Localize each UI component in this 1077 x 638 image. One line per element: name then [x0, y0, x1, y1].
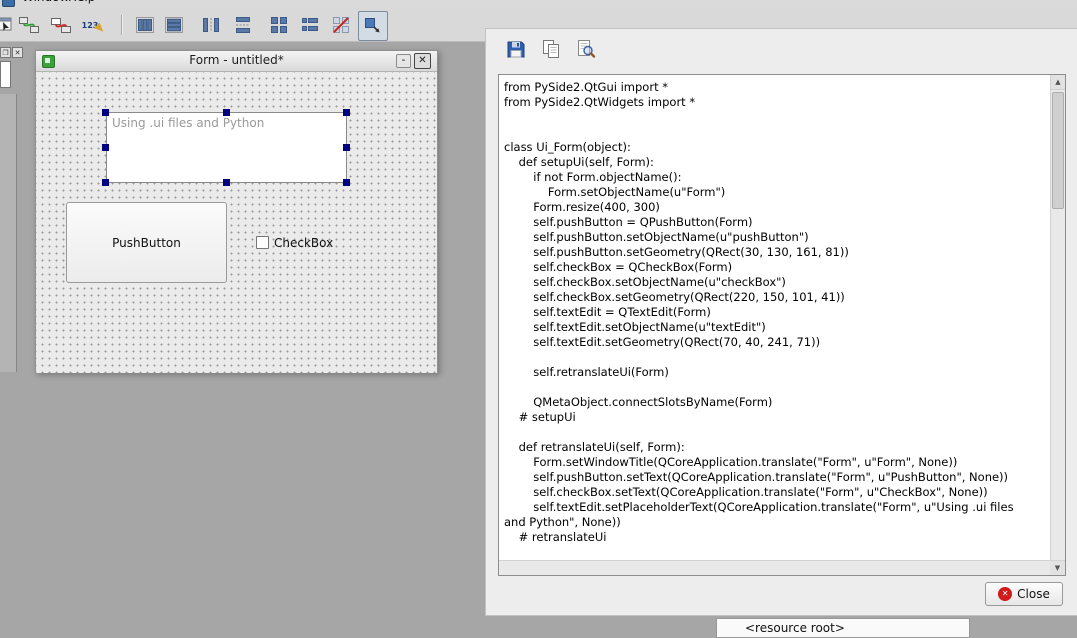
form-canvas[interactable]: Using .ui files and Python PushButton Ch…: [36, 72, 437, 373]
close-button-label: Close: [1017, 587, 1050, 601]
find-icon[interactable]: [574, 37, 598, 61]
code-dialog-toolbar: [504, 37, 598, 61]
edit-widgets-icon[interactable]: [0, 13, 17, 37]
dock-close-button[interactable]: ✕: [12, 47, 23, 58]
form-window-titlebar[interactable]: Form - untitled* - ✕: [36, 51, 437, 72]
lay-out-in-grid-icon[interactable]: [267, 13, 291, 37]
toolbar-separator: [121, 15, 123, 35]
close-button[interactable]: ✕: [414, 53, 431, 69]
form-window-title: Form - untitled*: [36, 53, 437, 67]
selection-handle-w[interactable]: [102, 144, 109, 151]
code-view[interactable]: from PySide2.QtGui import * from PySide2…: [498, 74, 1066, 576]
selection-handle-se[interactable]: [343, 179, 350, 186]
horizontal-scrollbar[interactable]: ▼: [499, 560, 1065, 575]
break-layout-icon[interactable]: [329, 13, 353, 37]
selection-handle-s[interactable]: [223, 179, 230, 186]
menu-bar: Window Help: [0, 0, 1077, 8]
menu-window[interactable]: Window: [22, 0, 69, 4]
form-designer-window: Form - untitled* - ✕ Using .ui files and…: [35, 50, 438, 373]
lay-out-in-form-layout-icon[interactable]: [298, 13, 322, 37]
pushbutton-widget[interactable]: PushButton: [66, 202, 227, 283]
scroll-down-icon[interactable]: ▼: [1050, 561, 1065, 575]
edit-signals-slots-icon[interactable]: [17, 13, 41, 37]
lay-out-vertically-icon[interactable]: [162, 13, 186, 37]
selection-handle-n[interactable]: [223, 109, 230, 116]
menu-help[interactable]: Help: [68, 0, 95, 4]
close-circle-icon: ✕: [998, 587, 1012, 601]
resource-browser-root[interactable]: <resource root>: [716, 618, 970, 638]
copy-icon[interactable]: [539, 37, 563, 61]
dock-panel-edge: [0, 94, 17, 372]
lay-out-horizontally-in-splitter-icon[interactable]: [199, 13, 223, 37]
app-icon: [2, 0, 15, 7]
save-icon[interactable]: [504, 37, 528, 61]
lay-out-horizontally-icon[interactable]: [133, 13, 157, 37]
resource-root-label: <resource root>: [745, 621, 845, 635]
selection-handle-sw[interactable]: [102, 179, 109, 186]
adjust-size-icon[interactable]: [358, 11, 388, 41]
edit-tab-order-icon[interactable]: 123: [81, 13, 105, 37]
minimize-button[interactable]: -: [396, 54, 411, 68]
scroll-up-icon[interactable]: ▲: [1051, 75, 1065, 90]
edit-buddies-icon[interactable]: [49, 13, 73, 37]
checkbox-widget[interactable]: CheckBox: [256, 222, 357, 263]
selection-handle-e[interactable]: [343, 144, 350, 151]
code-preview-dialog: from PySide2.QtGui import * from PySide2…: [485, 28, 1077, 616]
checkbox-label: CheckBox: [274, 236, 333, 250]
textedit-widget[interactable]: Using .ui files and Python: [106, 112, 347, 183]
filter-input-partial[interactable]: [0, 61, 11, 88]
vertical-scrollbar[interactable]: ▲: [1050, 75, 1065, 560]
scrollbar-thumb[interactable]: [1052, 92, 1064, 209]
selection-handle-nw[interactable]: [102, 109, 109, 116]
dock-float-button[interactable]: ❐: [0, 47, 11, 58]
code-text[interactable]: from PySide2.QtGui import * from PySide2…: [499, 75, 1050, 560]
dialog-close-button[interactable]: ✕ Close: [985, 582, 1063, 606]
lay-out-vertically-in-splitter-icon[interactable]: [231, 13, 255, 37]
selection-handle-ne[interactable]: [343, 109, 350, 116]
checkbox-indicator[interactable]: [256, 236, 269, 249]
